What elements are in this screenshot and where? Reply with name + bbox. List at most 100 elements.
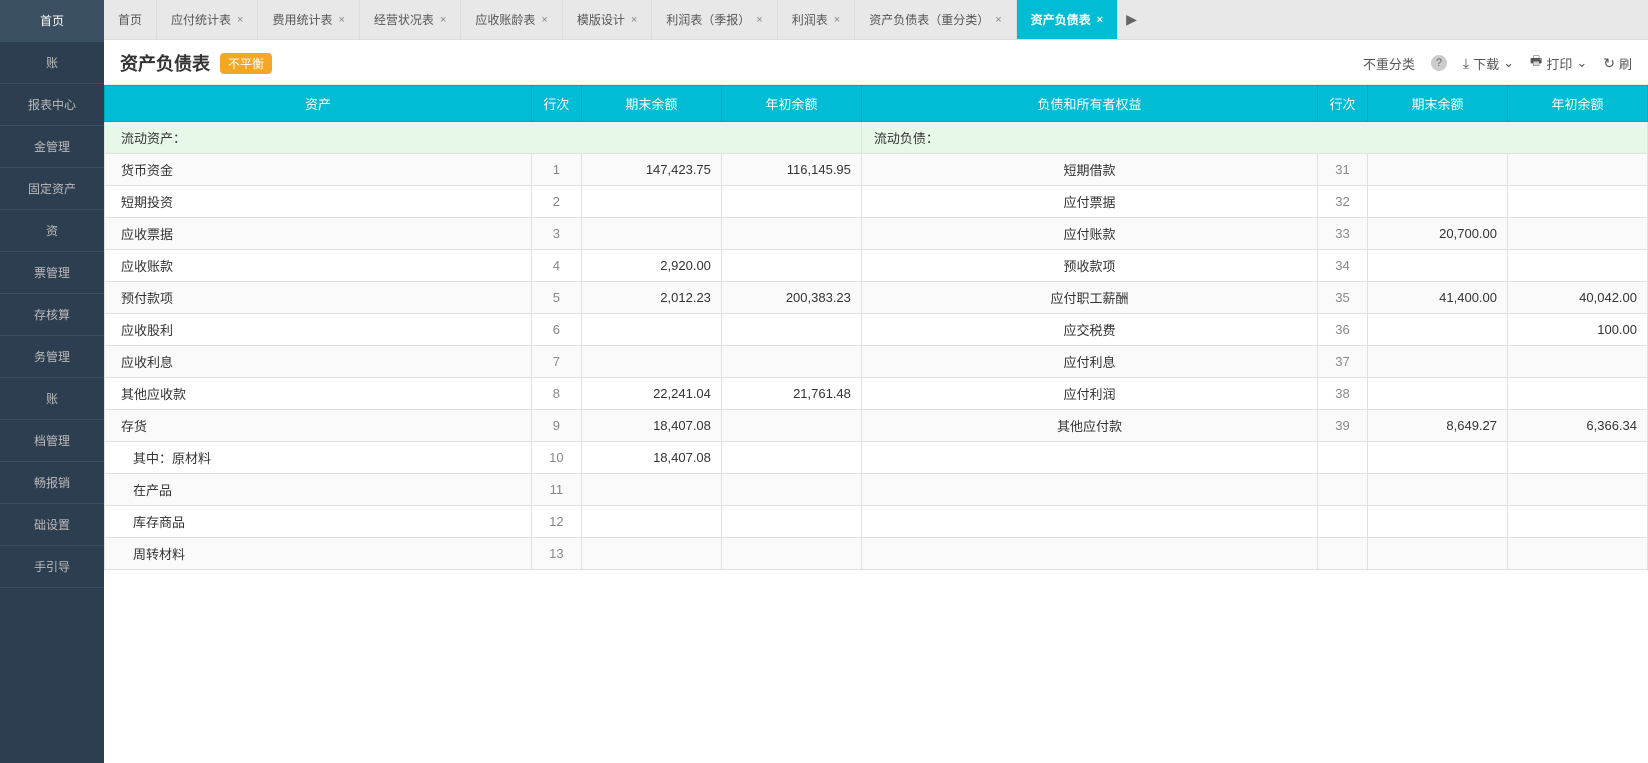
sidebar-item-expense[interactable]: 畅报销 xyxy=(0,462,104,504)
tab-close-expense-stats[interactable]: × xyxy=(338,14,344,26)
right-start-balance xyxy=(1508,506,1648,538)
tab-payable-stats[interactable]: 应付统计表 × xyxy=(157,0,258,40)
tab-expense-stats[interactable]: 费用统计表 × xyxy=(258,0,359,40)
refresh-button[interactable]: ↻ 刷 xyxy=(1603,54,1632,73)
table-row[interactable]: 周转材料 13 xyxy=(105,538,1648,570)
sidebar-item-archive[interactable]: 档管理 xyxy=(0,420,104,462)
table-row[interactable]: 应收利息 7 应付利息 37 xyxy=(105,346,1648,378)
table-row[interactable]: 应收票据 3 应付账款 33 20,700.00 xyxy=(105,218,1648,250)
sidebar-item-report-center[interactable]: 报表中心 xyxy=(0,84,104,126)
left-end-balance: 18,407.08 xyxy=(581,410,721,442)
table-row[interactable]: 库存商品 12 xyxy=(105,506,1648,538)
table-row[interactable]: 应收股利 6 应交税费 36 100.00 xyxy=(105,314,1648,346)
left-end-balance: 18,407.08 xyxy=(581,442,721,474)
col-header-end-balance-left: 期末余额 xyxy=(581,86,721,122)
table-row[interactable]: 货币资金 1 147,423.75 116,145.95 短期借款 31 xyxy=(105,154,1648,186)
left-row-num: 4 xyxy=(531,250,581,282)
left-row-num: 6 xyxy=(531,314,581,346)
tab-home[interactable]: 首页 xyxy=(104,0,157,40)
tab-close-profit-quarterly[interactable]: × xyxy=(756,14,762,26)
help-icon[interactable]: ? xyxy=(1431,55,1447,71)
right-end-balance xyxy=(1368,186,1508,218)
right-start-balance xyxy=(1508,186,1648,218)
sidebar-item-guide[interactable]: 手引导 xyxy=(0,546,104,588)
left-name: 在产品 xyxy=(105,474,532,506)
tab-close-template-design[interactable]: × xyxy=(631,14,637,26)
tab-profit-quarterly[interactable]: 利润表（季报） × xyxy=(652,0,777,40)
table-row[interactable]: 存货 9 18,407.08 其他应付款 39 8,649.27 6,366.3… xyxy=(105,410,1648,442)
print-icon: 🖶 xyxy=(1530,52,1542,74)
left-start-balance: 200,383.23 xyxy=(721,282,861,314)
page-title: 资产负债表 xyxy=(120,50,210,76)
left-name: 库存商品 xyxy=(105,506,532,538)
right-end-balance xyxy=(1368,378,1508,410)
tab-close-receivable-aging[interactable]: × xyxy=(541,14,547,26)
tab-balance[interactable]: 资产负债表 × xyxy=(1017,0,1118,40)
right-row-num: 31 xyxy=(1318,154,1368,186)
left-end-balance: 147,423.75 xyxy=(581,154,721,186)
tab-balance-reclassified[interactable]: 资产负债表（重分类） × xyxy=(855,0,1016,40)
tab-close-payable-stats[interactable]: × xyxy=(237,14,243,26)
left-end-balance xyxy=(581,506,721,538)
right-row-num xyxy=(1318,474,1368,506)
right-row-num: 38 xyxy=(1318,378,1368,410)
sidebar-item-home[interactable]: 首页 xyxy=(0,0,104,42)
filter-label[interactable]: 不重分类 xyxy=(1363,54,1415,73)
left-name: 应收账款 xyxy=(105,250,532,282)
print-button[interactable]: 🖶 打印 ⌄ xyxy=(1530,52,1587,74)
left-name: 其他应收款 xyxy=(105,378,532,410)
sidebar-item-settings[interactable]: 础设置 xyxy=(0,504,104,546)
tab-template-design[interactable]: 模版设计 × xyxy=(563,0,652,40)
left-start-balance xyxy=(721,314,861,346)
sidebar-item-capital[interactable]: 资 xyxy=(0,210,104,252)
right-name: 应付利息 xyxy=(861,346,1317,378)
table-row[interactable]: 其中：原材料 10 18,407.08 xyxy=(105,442,1648,474)
tab-nav-right-arrow[interactable]: ▶ xyxy=(1118,0,1145,40)
table-row[interactable]: 预付款项 5 2,012.23 200,383.23 应付职工薪酬 35 41,… xyxy=(105,282,1648,314)
right-name xyxy=(861,474,1317,506)
right-end-balance xyxy=(1368,250,1508,282)
sidebar-item-inventory[interactable]: 存核算 xyxy=(0,294,104,336)
table-row[interactable]: 在产品 11 xyxy=(105,474,1648,506)
left-end-balance xyxy=(581,314,721,346)
right-start-balance xyxy=(1508,250,1648,282)
col-header-start-balance-right: 年初余额 xyxy=(1508,86,1648,122)
left-row-num: 1 xyxy=(531,154,581,186)
right-start-balance: 100.00 xyxy=(1508,314,1648,346)
sidebar-item-payable[interactable]: 账 xyxy=(0,378,104,420)
download-icon: ⤓ xyxy=(1463,55,1469,72)
tab-close-business-status[interactable]: × xyxy=(440,14,446,26)
sidebar-item-fund-management[interactable]: 金管理 xyxy=(0,126,104,168)
sidebar-item-fixed-assets[interactable]: 固定资产 xyxy=(0,168,104,210)
tab-receivable-aging[interactable]: 应收账龄表 × xyxy=(461,0,562,40)
sidebar-item-business-management[interactable]: 务管理 xyxy=(0,336,104,378)
table-row[interactable]: 其他应收款 8 22,241.04 21,761.48 应付利润 38 xyxy=(105,378,1648,410)
table-row[interactable]: 应收账款 4 2,920.00 预收款项 34 xyxy=(105,250,1648,282)
left-name: 其中：原材料 xyxy=(105,442,532,474)
tab-close-balance-reclassified[interactable]: × xyxy=(995,14,1001,26)
right-end-balance: 8,649.27 xyxy=(1368,410,1508,442)
unbalanced-badge: 不平衡 xyxy=(220,53,272,74)
left-row-num: 7 xyxy=(531,346,581,378)
tab-business-status[interactable]: 经营状况表 × xyxy=(360,0,461,40)
tab-bar: 首页 应付统计表 × 费用统计表 × 经营状况表 × 应收账龄表 × 模版设计 … xyxy=(104,0,1648,40)
tab-close-balance[interactable]: × xyxy=(1097,14,1103,26)
right-start-balance xyxy=(1508,346,1648,378)
sidebar-item-ledger[interactable]: 账 xyxy=(0,42,104,84)
download-button[interactable]: ⤓ 下载 ⌄ xyxy=(1463,54,1514,73)
left-name: 应收股利 xyxy=(105,314,532,346)
table-header-row: 资产 行次 期末余额 年初余额 负债和所有者权益 行次 期末余额 年初余额 xyxy=(105,86,1648,122)
left-start-balance: 116,145.95 xyxy=(721,154,861,186)
right-row-num: 34 xyxy=(1318,250,1368,282)
tab-profit[interactable]: 利润表 × xyxy=(778,0,855,40)
right-row-num xyxy=(1318,538,1368,570)
left-row-num: 13 xyxy=(531,538,581,570)
section-right-label: 流动负债： xyxy=(861,122,1647,154)
left-name: 应收票据 xyxy=(105,218,532,250)
left-end-balance: 2,012.23 xyxy=(581,282,721,314)
sidebar-item-ticket-management[interactable]: 票管理 xyxy=(0,252,104,294)
table-row[interactable]: 短期投资 2 应付票据 32 xyxy=(105,186,1648,218)
tab-close-profit[interactable]: × xyxy=(834,14,840,26)
right-row-num: 35 xyxy=(1318,282,1368,314)
main-content: 首页 应付统计表 × 费用统计表 × 经营状况表 × 应收账龄表 × 模版设计 … xyxy=(104,0,1648,763)
